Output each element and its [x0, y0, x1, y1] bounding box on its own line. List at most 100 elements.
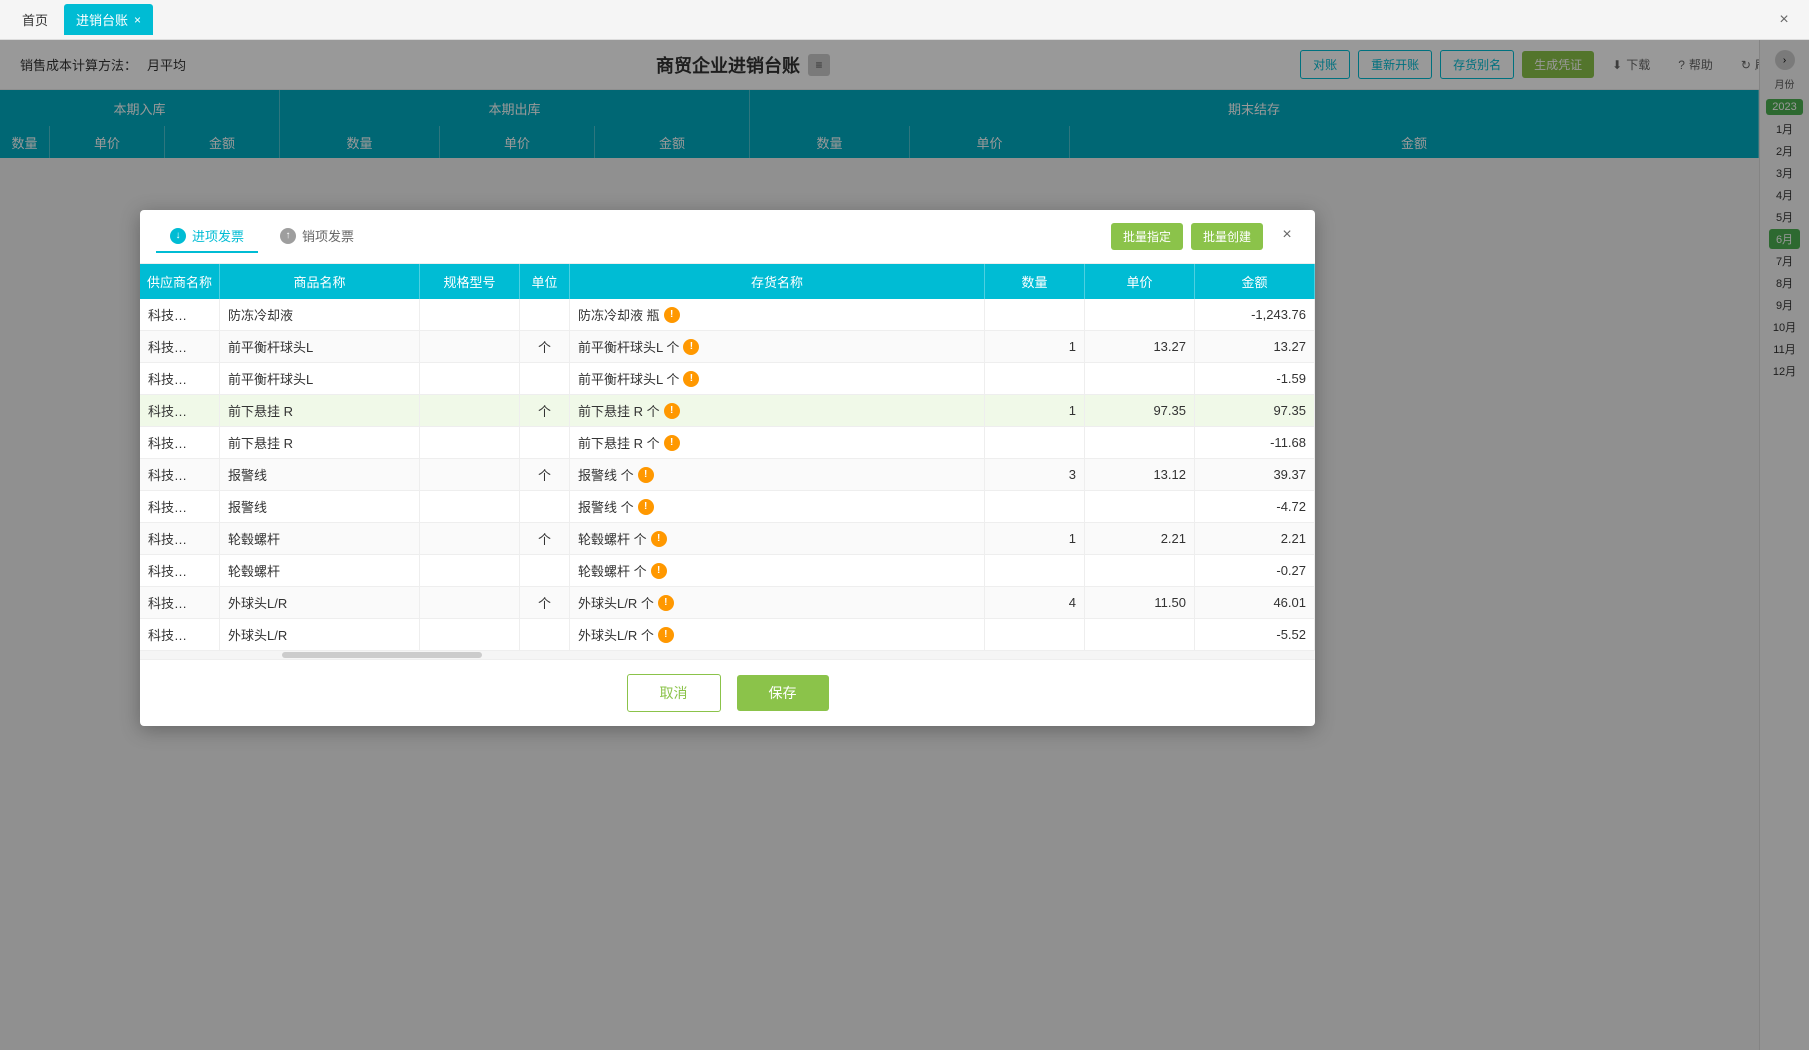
- cell-quantity: [985, 619, 1085, 650]
- warning-icon: !: [638, 499, 654, 515]
- window-close-button[interactable]: ×: [1769, 5, 1799, 35]
- modal-table-body: 科技… 防冻冷却液 防冻冷却液 瓶 ! -1,243.76 科技… 前平衡杆球头…: [140, 299, 1315, 651]
- table-row: 科技… 前下悬挂 R 个 前下悬挂 R 个 ! 1 97.35 97.35: [140, 395, 1315, 427]
- cell-inventory: 外球头L/R 个 !: [570, 619, 985, 650]
- cell-unit: [520, 299, 570, 330]
- table-row: 科技… 前平衡杆球头L 个 前平衡杆球头L 个 ! 1 13.27 13.27: [140, 331, 1315, 363]
- table-row: 科技… 防冻冷却液 防冻冷却液 瓶 ! -1,243.76: [140, 299, 1315, 331]
- cell-amount: -4.72: [1195, 491, 1315, 522]
- batch-assign-button[interactable]: 批量指定: [1111, 223, 1183, 250]
- home-tab[interactable]: 首页: [10, 4, 60, 35]
- outgoing-tab-label: 销项发票: [302, 226, 354, 245]
- cell-spec: [420, 395, 520, 426]
- cell-spec: [420, 491, 520, 522]
- warning-icon: !: [651, 563, 667, 579]
- cell-unit-price: 2.21: [1085, 523, 1195, 554]
- cell-spec: [420, 587, 520, 618]
- top-bar: 首页 进销台账 × ×: [0, 0, 1809, 40]
- cell-amount: 13.27: [1195, 331, 1315, 362]
- warning-icon: !: [651, 531, 667, 547]
- warning-icon: !: [683, 339, 699, 355]
- cell-product: 外球头L/R: [220, 619, 420, 650]
- cell-product: 前平衡杆球头L: [220, 363, 420, 394]
- incoming-tab-icon: ↓: [170, 228, 186, 244]
- table-row: 科技… 报警线 报警线 个 ! -4.72: [140, 491, 1315, 523]
- cell-unit: 个: [520, 523, 570, 554]
- cell-quantity: 3: [985, 459, 1085, 490]
- cell-inventory: 外球头L/R 个 !: [570, 587, 985, 618]
- scrollbar-thumb[interactable]: [282, 652, 482, 658]
- table-row: 科技… 外球头L/R 外球头L/R 个 ! -5.52: [140, 619, 1315, 651]
- active-tab[interactable]: 进销台账 ×: [64, 4, 153, 35]
- cell-unit: 个: [520, 331, 570, 362]
- cell-quantity: 1: [985, 523, 1085, 554]
- cell-product: 轮毂螺杆: [220, 523, 420, 554]
- modal-footer: 取消 保存: [140, 659, 1315, 726]
- warning-icon: !: [683, 371, 699, 387]
- cell-quantity: [985, 427, 1085, 458]
- modal-actions: 批量指定 批量创建 ×: [1111, 223, 1299, 250]
- cell-unit-price: [1085, 299, 1195, 330]
- cell-quantity: 1: [985, 331, 1085, 362]
- table-row: 科技… 报警线 个 报警线 个 ! 3 13.12 39.37: [140, 459, 1315, 491]
- table-row: 科技… 轮毂螺杆 轮毂螺杆 个 ! -0.27: [140, 555, 1315, 587]
- cell-quantity: [985, 491, 1085, 522]
- cell-amount: 2.21: [1195, 523, 1315, 554]
- cell-amount: 39.37: [1195, 459, 1315, 490]
- cell-spec: [420, 619, 520, 650]
- cell-unit-price: [1085, 491, 1195, 522]
- cell-quantity: 1: [985, 395, 1085, 426]
- col-amount: 金额: [1195, 264, 1315, 299]
- cell-unit: [520, 363, 570, 394]
- col-inventory: 存货名称: [570, 264, 985, 299]
- tab-label: 进销台账: [76, 10, 128, 29]
- modal-table-header: 供应商名称 商品名称 规格型号 单位 存货名称 数量 单价 金额: [140, 264, 1315, 299]
- save-button[interactable]: 保存: [737, 675, 829, 711]
- col-spec: 规格型号: [420, 264, 520, 299]
- cell-supplier: 科技…: [140, 459, 220, 490]
- cell-unit-price: 11.50: [1085, 587, 1195, 618]
- cell-supplier: 科技…: [140, 555, 220, 586]
- cancel-button[interactable]: 取消: [627, 674, 721, 712]
- col-supplier: 供应商名称: [140, 264, 220, 299]
- cell-unit: 个: [520, 395, 570, 426]
- cell-amount: -0.27: [1195, 555, 1315, 586]
- table-row: 科技… 轮毂螺杆 个 轮毂螺杆 个 ! 1 2.21 2.21: [140, 523, 1315, 555]
- cell-product: 报警线: [220, 459, 420, 490]
- warning-icon: !: [638, 467, 654, 483]
- cell-amount: 97.35: [1195, 395, 1315, 426]
- batch-create-button[interactable]: 批量创建: [1191, 223, 1263, 250]
- cell-inventory: 前平衡杆球头L 个 !: [570, 331, 985, 362]
- cell-quantity: 4: [985, 587, 1085, 618]
- cell-supplier: 科技…: [140, 331, 220, 362]
- cell-inventory: 轮毂螺杆 个 !: [570, 523, 985, 554]
- cell-quantity: [985, 555, 1085, 586]
- tab-outgoing-invoice[interactable]: ↑ 销项发票: [266, 220, 368, 253]
- cell-unit: [520, 555, 570, 586]
- cell-unit-price: 97.35: [1085, 395, 1195, 426]
- col-unit: 单位: [520, 264, 570, 299]
- cell-unit-price: 13.27: [1085, 331, 1195, 362]
- modal-scrollbar[interactable]: [140, 651, 1315, 659]
- cell-product: 轮毂螺杆: [220, 555, 420, 586]
- cell-spec: [420, 459, 520, 490]
- tab-incoming-invoice[interactable]: ↓ 进项发票: [156, 220, 258, 253]
- cell-quantity: [985, 299, 1085, 330]
- warning-icon: !: [664, 435, 680, 451]
- cell-product: 前下悬挂 R: [220, 395, 420, 426]
- cell-supplier: 科技…: [140, 619, 220, 650]
- cell-product: 前下悬挂 R: [220, 427, 420, 458]
- cell-unit-price: [1085, 427, 1195, 458]
- cell-inventory: 报警线 个 !: [570, 491, 985, 522]
- cell-product: 报警线: [220, 491, 420, 522]
- modal-close-button[interactable]: ×: [1275, 223, 1299, 247]
- table-row: 科技… 外球头L/R 个 外球头L/R 个 ! 4 11.50 46.01: [140, 587, 1315, 619]
- cell-supplier: 科技…: [140, 395, 220, 426]
- col-product: 商品名称: [220, 264, 420, 299]
- tab-close-icon[interactable]: ×: [134, 13, 141, 27]
- cell-spec: [420, 299, 520, 330]
- cell-amount: -5.52: [1195, 619, 1315, 650]
- cell-spec: [420, 427, 520, 458]
- outgoing-tab-icon: ↑: [280, 228, 296, 244]
- cell-unit: 个: [520, 587, 570, 618]
